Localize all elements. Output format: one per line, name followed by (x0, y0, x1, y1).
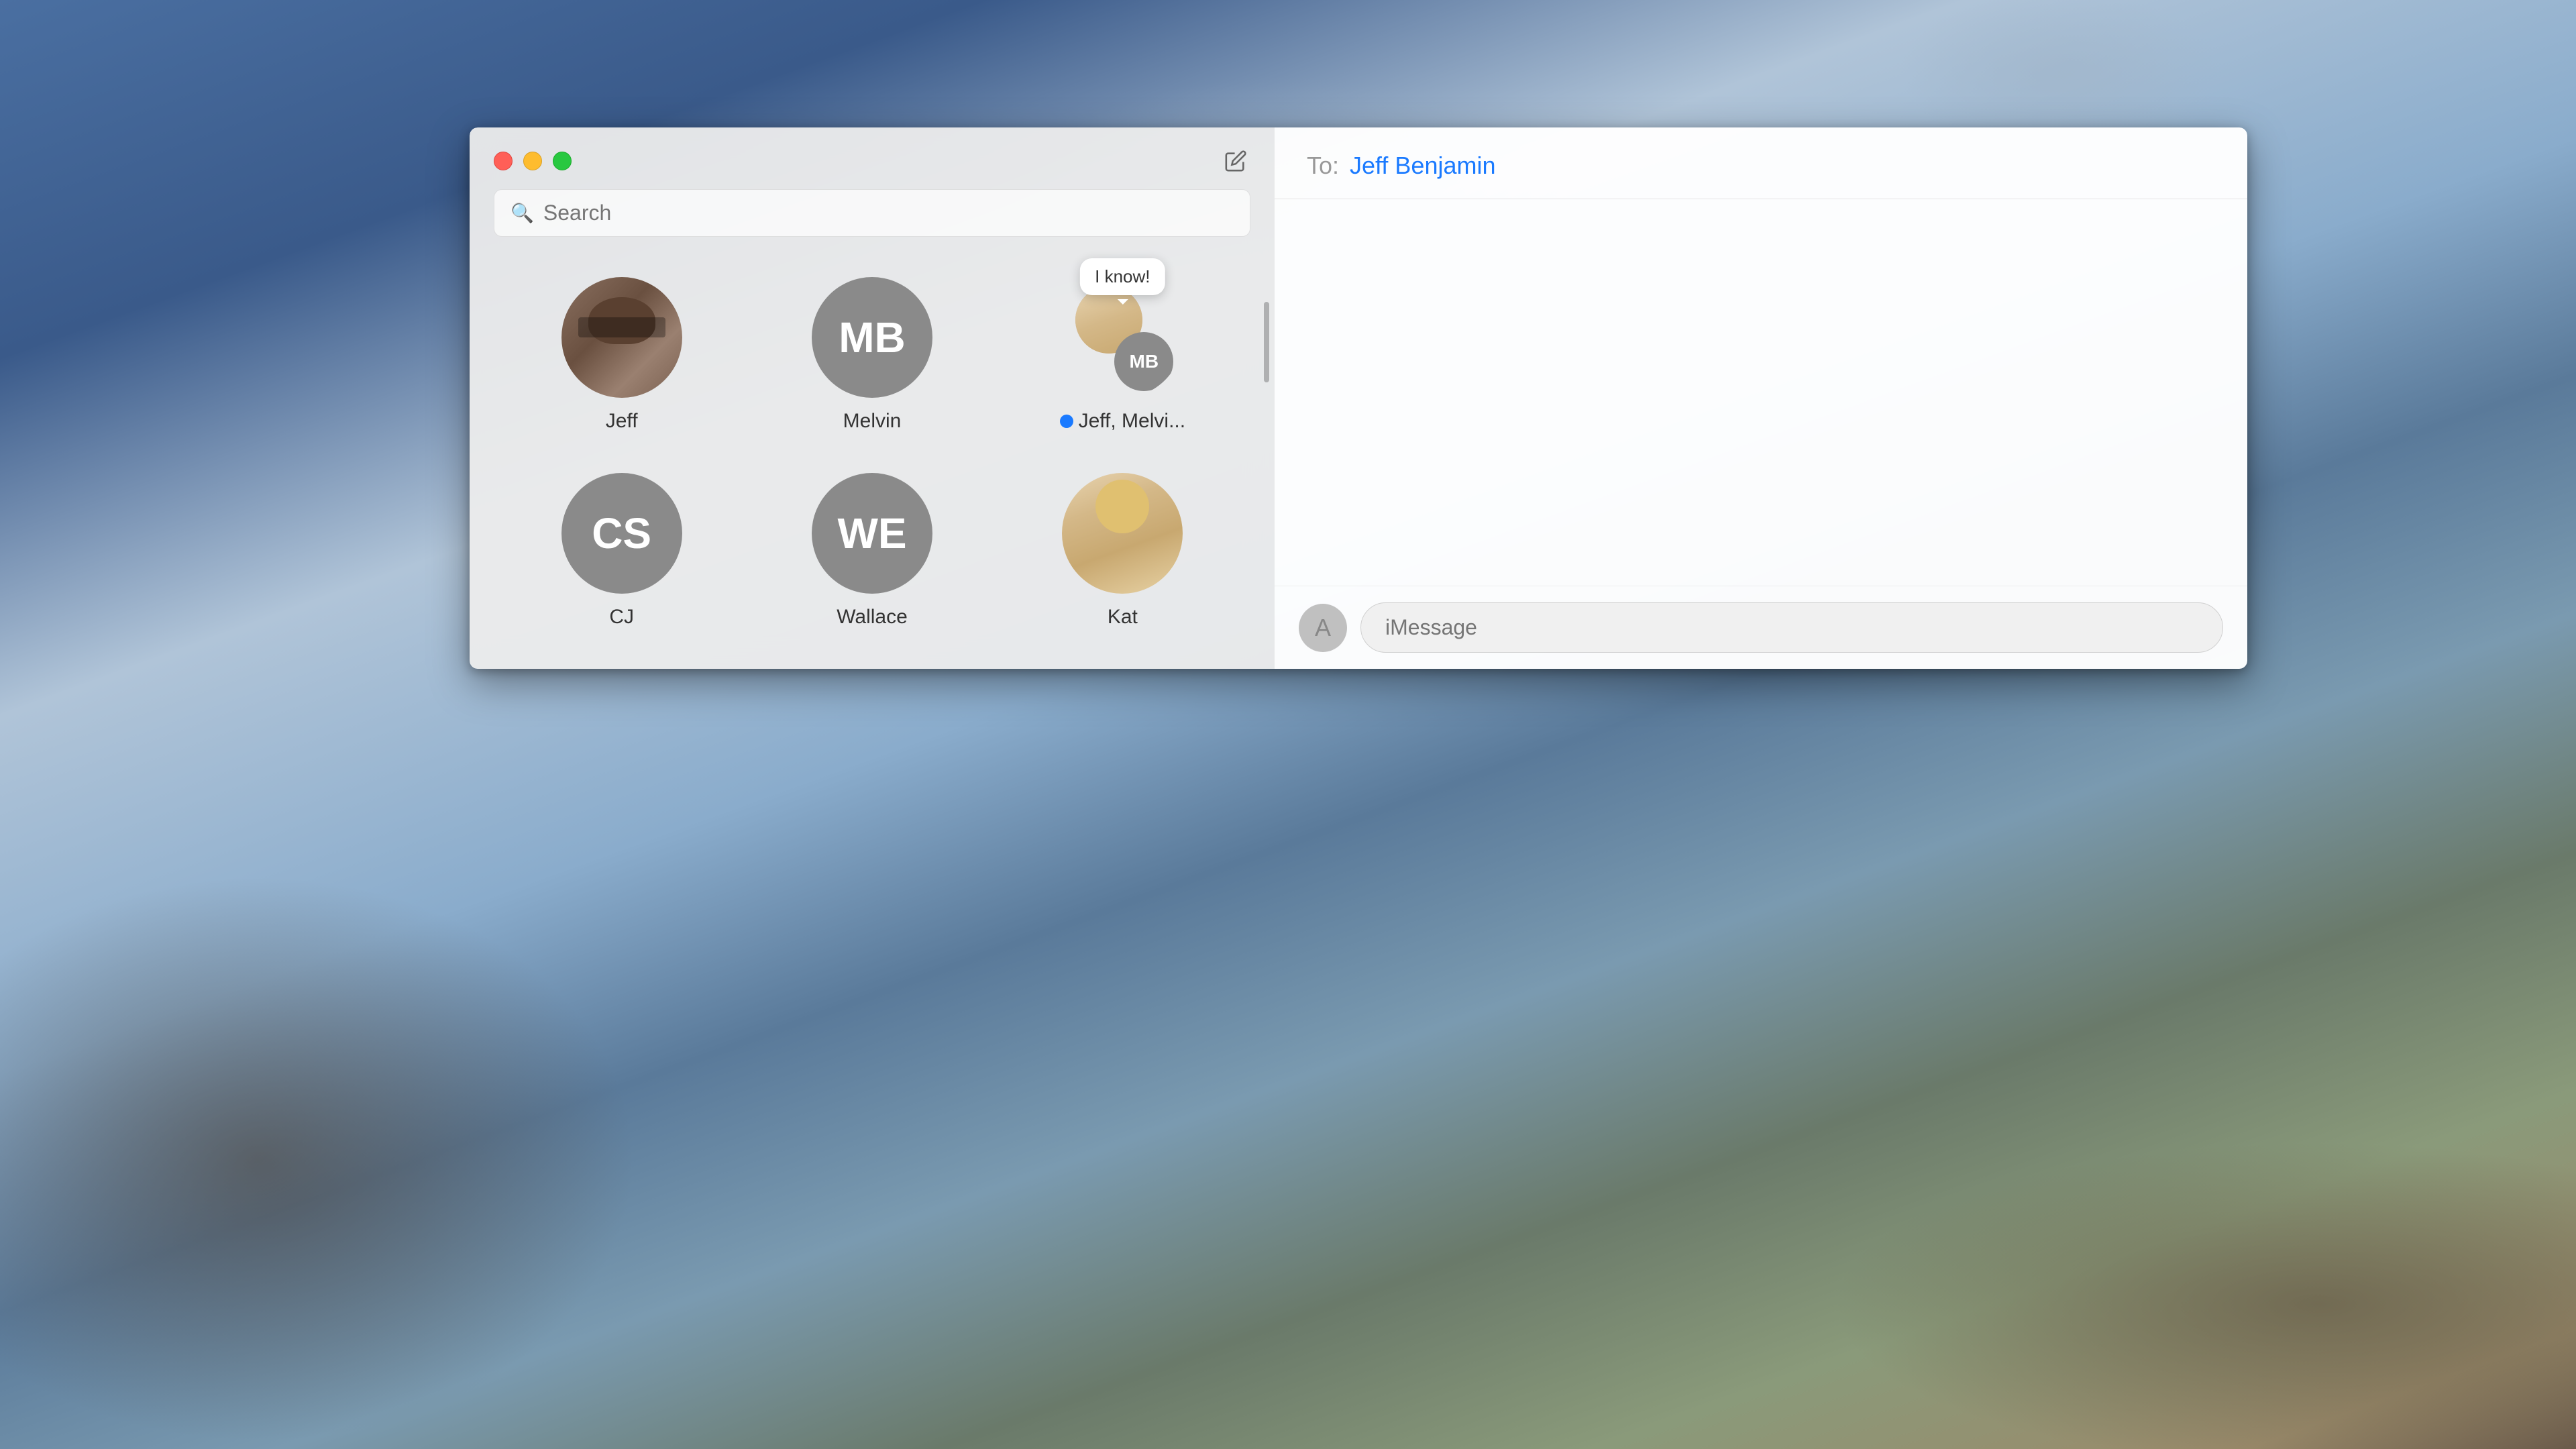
minimize-button[interactable] (523, 152, 542, 170)
messages-window: 🔍 Jeff MB Melvin I know! (470, 127, 2247, 669)
messages-list-panel: 🔍 Jeff MB Melvin I know! (470, 127, 1275, 669)
compose-button[interactable] (1221, 146, 1250, 176)
search-icon: 🔍 (511, 202, 534, 224)
avatar-jeff (561, 277, 682, 398)
contact-name-cj: CJ (609, 606, 634, 629)
app-store-button[interactable]: A (1299, 604, 1347, 652)
contact-jeff[interactable]: Jeff (496, 264, 747, 446)
conversation-body (1275, 199, 2247, 586)
contact-name-wallace: Wallace (837, 606, 908, 629)
imessage-input[interactable] (1360, 602, 2223, 653)
recipient-name: Jeff Benjamin (1350, 152, 1495, 180)
contact-name-group: Jeff, Melvi... (1060, 410, 1186, 433)
conversation-panel: To: Jeff Benjamin A (1275, 127, 2247, 669)
avatar-kat (1062, 473, 1183, 594)
contact-name-jeff: Jeff (606, 410, 638, 433)
group-avatar-bottom: MB (1114, 332, 1173, 391)
compose-icon (1224, 150, 1247, 172)
titlebar (470, 127, 1275, 189)
maximize-button[interactable] (553, 152, 572, 170)
contact-wallace[interactable]: WE Wallace (747, 460, 997, 642)
avatar-wallace: WE (812, 473, 932, 594)
conversation-footer: A (1275, 586, 2247, 669)
search-input[interactable] (543, 201, 1234, 225)
contact-name-melvin: Melvin (843, 410, 902, 433)
avatar-cj: CS (561, 473, 682, 594)
avatar-melvin: MB (812, 277, 932, 398)
contact-name-kat: Kat (1108, 606, 1138, 629)
close-button[interactable] (494, 152, 513, 170)
contact-group[interactable]: I know! MB Jeff, Melvi... (998, 264, 1248, 446)
tooltip-bubble: I know! (1080, 258, 1165, 295)
scrollbar-track (1264, 302, 1269, 642)
avatar-group: MB (1062, 277, 1183, 398)
contact-cj[interactable]: CS CJ (496, 460, 747, 642)
online-indicator (1060, 415, 1073, 428)
contact-kat[interactable]: Kat (998, 460, 1248, 642)
traffic-lights (494, 152, 572, 170)
to-label: To: (1307, 152, 1339, 180)
scrollbar-thumb[interactable] (1264, 302, 1269, 382)
app-store-icon: A (1315, 614, 1331, 642)
search-bar[interactable]: 🔍 (494, 189, 1250, 237)
conversation-header: To: Jeff Benjamin (1275, 127, 2247, 199)
contact-melvin[interactable]: MB Melvin (747, 264, 997, 446)
contacts-grid: Jeff MB Melvin I know! MB (470, 253, 1275, 669)
